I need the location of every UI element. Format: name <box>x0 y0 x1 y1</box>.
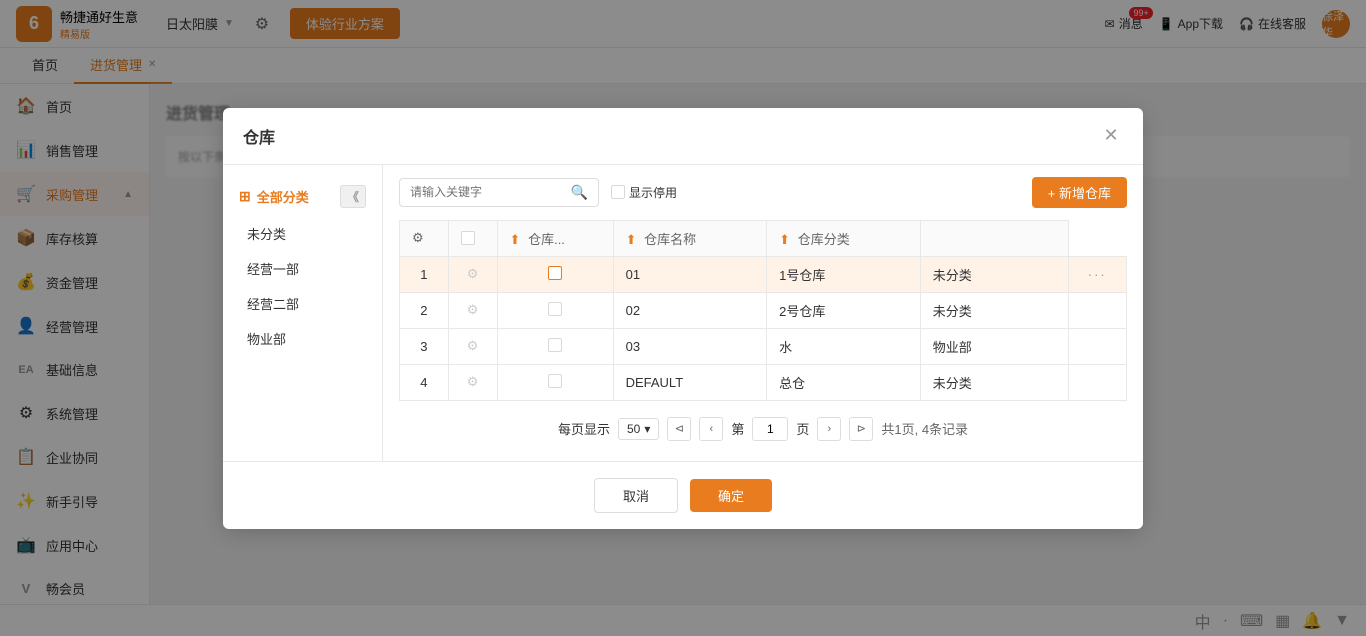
show-disabled-checkbox[interactable]: 显示停用 <box>611 184 677 201</box>
table-panel: 🔍 显示停用 + 新增仓库 ⚙ <box>383 165 1143 461</box>
row-name: 1号仓库 <box>767 256 921 292</box>
table-row[interactable]: 4 ⚙ DEFAULT 总仓 未分类 <box>400 364 1127 400</box>
row-category: 物业部 <box>920 328 1068 364</box>
all-categories-button[interactable]: ⊞ 全部分类 《 <box>223 177 382 216</box>
col-header-check <box>448 220 497 256</box>
row-gear-icon: ⚙ <box>467 338 479 353</box>
confirm-button[interactable]: 确定 <box>690 479 772 512</box>
row-actions-cell[interactable] <box>1068 292 1126 328</box>
disabled-checkbox[interactable] <box>611 185 625 199</box>
row-index: 3 <box>400 328 449 364</box>
row-checkbox[interactable] <box>548 338 562 352</box>
table-row[interactable]: 2 ⚙ 02 2号仓库 未分类 <box>400 292 1127 328</box>
settings-header-icon: ⚙ <box>412 230 424 245</box>
last-page-button[interactable]: ⊳ <box>849 417 873 441</box>
next-page-button[interactable]: › <box>817 417 841 441</box>
sort-icon-name: ⬆ <box>626 232 637 247</box>
warehouse-dialog: 仓库 ✕ ⊞ 全部分类 《 未分类 经营一部 经营二部 <box>223 108 1143 529</box>
row-index: 2 <box>400 292 449 328</box>
row-more-icon[interactable]: ··· <box>1088 267 1107 282</box>
row-check-cell <box>497 256 613 292</box>
per-page-label: 每页显示 <box>558 419 610 438</box>
row-code: 01 <box>613 256 767 292</box>
col-header-setting: ⚙ <box>400 220 449 256</box>
category-item-property[interactable]: 物业部 <box>223 321 382 356</box>
dropdown-arrow-icon: ▾ <box>644 422 650 436</box>
row-check-cell <box>497 328 613 364</box>
row-setting-cell: ⚙ <box>448 292 497 328</box>
page-total: 共1页, 4条记录 <box>881 419 968 438</box>
category-item-dept2[interactable]: 经营二部 <box>223 286 382 321</box>
row-checkbox[interactable] <box>548 266 562 280</box>
page-label: 第 <box>731 419 744 438</box>
row-index: 4 <box>400 364 449 400</box>
search-icon[interactable]: 🔍 <box>571 184 588 201</box>
prev-page-button[interactable]: ‹ <box>699 417 723 441</box>
row-setting-cell: ⚙ <box>448 256 497 292</box>
category-item-uncategorized[interactable]: 未分类 <box>223 216 382 251</box>
row-gear-icon: ⚙ <box>467 374 479 389</box>
col-header-actions <box>920 220 1068 256</box>
pagination: 每页显示 50 ▾ ⊲ ‹ 第 页 › ⊳ 共1页, 4条记录 <box>399 401 1127 449</box>
row-code: 02 <box>613 292 767 328</box>
page-suffix: 页 <box>796 419 809 438</box>
add-warehouse-button[interactable]: + 新增仓库 <box>1032 177 1127 208</box>
dialog-body: ⊞ 全部分类 《 未分类 经营一部 经营二部 物业部 <box>223 165 1143 461</box>
search-input[interactable] <box>410 185 571 199</box>
row-name: 总仓 <box>767 364 921 400</box>
row-name: 2号仓库 <box>767 292 921 328</box>
table-toolbar: 🔍 显示停用 + 新增仓库 <box>399 177 1127 208</box>
dialog-close-button[interactable]: ✕ <box>1099 124 1123 148</box>
row-actions-cell[interactable] <box>1068 328 1126 364</box>
dialog-footer: 取消 确定 <box>223 461 1143 529</box>
row-checkbox[interactable] <box>548 302 562 316</box>
row-code: 03 <box>613 328 767 364</box>
dialog-title: 仓库 <box>243 124 275 148</box>
row-name: 水 <box>767 328 921 364</box>
cancel-button[interactable]: 取消 <box>594 478 678 513</box>
row-category: 未分类 <box>920 364 1068 400</box>
row-gear-icon: ⚙ <box>467 266 479 281</box>
select-all-checkbox[interactable] <box>461 231 475 245</box>
table-row[interactable]: 3 ⚙ 03 水 物业部 <box>400 328 1127 364</box>
row-actions-cell[interactable] <box>1068 364 1126 400</box>
row-index: 1 <box>400 256 449 292</box>
row-gear-icon: ⚙ <box>467 302 479 317</box>
category-item-dept1[interactable]: 经营一部 <box>223 251 382 286</box>
row-category: 未分类 <box>920 256 1068 292</box>
dialog-header: 仓库 ✕ <box>223 108 1143 165</box>
row-setting-cell: ⚙ <box>448 328 497 364</box>
row-category: 未分类 <box>920 292 1068 328</box>
table-row[interactable]: 1 ⚙ 01 1号仓库 未分类 ··· <box>400 256 1127 292</box>
warehouse-table: ⚙ ⬆ 仓库... ⬆ 仓库名称 <box>399 220 1127 401</box>
table-header-row: ⚙ ⬆ 仓库... ⬆ 仓库名称 <box>400 220 1127 256</box>
collapse-button[interactable]: 《 <box>340 185 366 208</box>
col-header-name: ⬆ 仓库名称 <box>613 220 767 256</box>
col-header-code: ⬆ 仓库... <box>497 220 613 256</box>
sort-icon-cat: ⬆ <box>779 232 790 247</box>
dialog-overlay: 仓库 ✕ ⊞ 全部分类 《 未分类 经营一部 经营二部 <box>0 0 1366 636</box>
first-page-button[interactable]: ⊲ <box>667 417 691 441</box>
row-code: DEFAULT <box>613 364 767 400</box>
row-setting-cell: ⚙ <box>448 364 497 400</box>
row-actions-cell[interactable]: ··· <box>1068 256 1126 292</box>
sort-icon: ⬆ <box>510 232 521 247</box>
row-check-cell <box>497 364 613 400</box>
col-header-category: ⬆ 仓库分类 <box>767 220 921 256</box>
category-panel: ⊞ 全部分类 《 未分类 经营一部 经营二部 物业部 <box>223 165 383 461</box>
row-check-cell <box>497 292 613 328</box>
page-size-selector[interactable]: 50 ▾ <box>618 418 659 440</box>
row-checkbox[interactable] <box>548 374 562 388</box>
grid-icon: ⊞ <box>239 188 251 205</box>
search-box: 🔍 <box>399 178 599 207</box>
page-input[interactable] <box>752 417 788 441</box>
